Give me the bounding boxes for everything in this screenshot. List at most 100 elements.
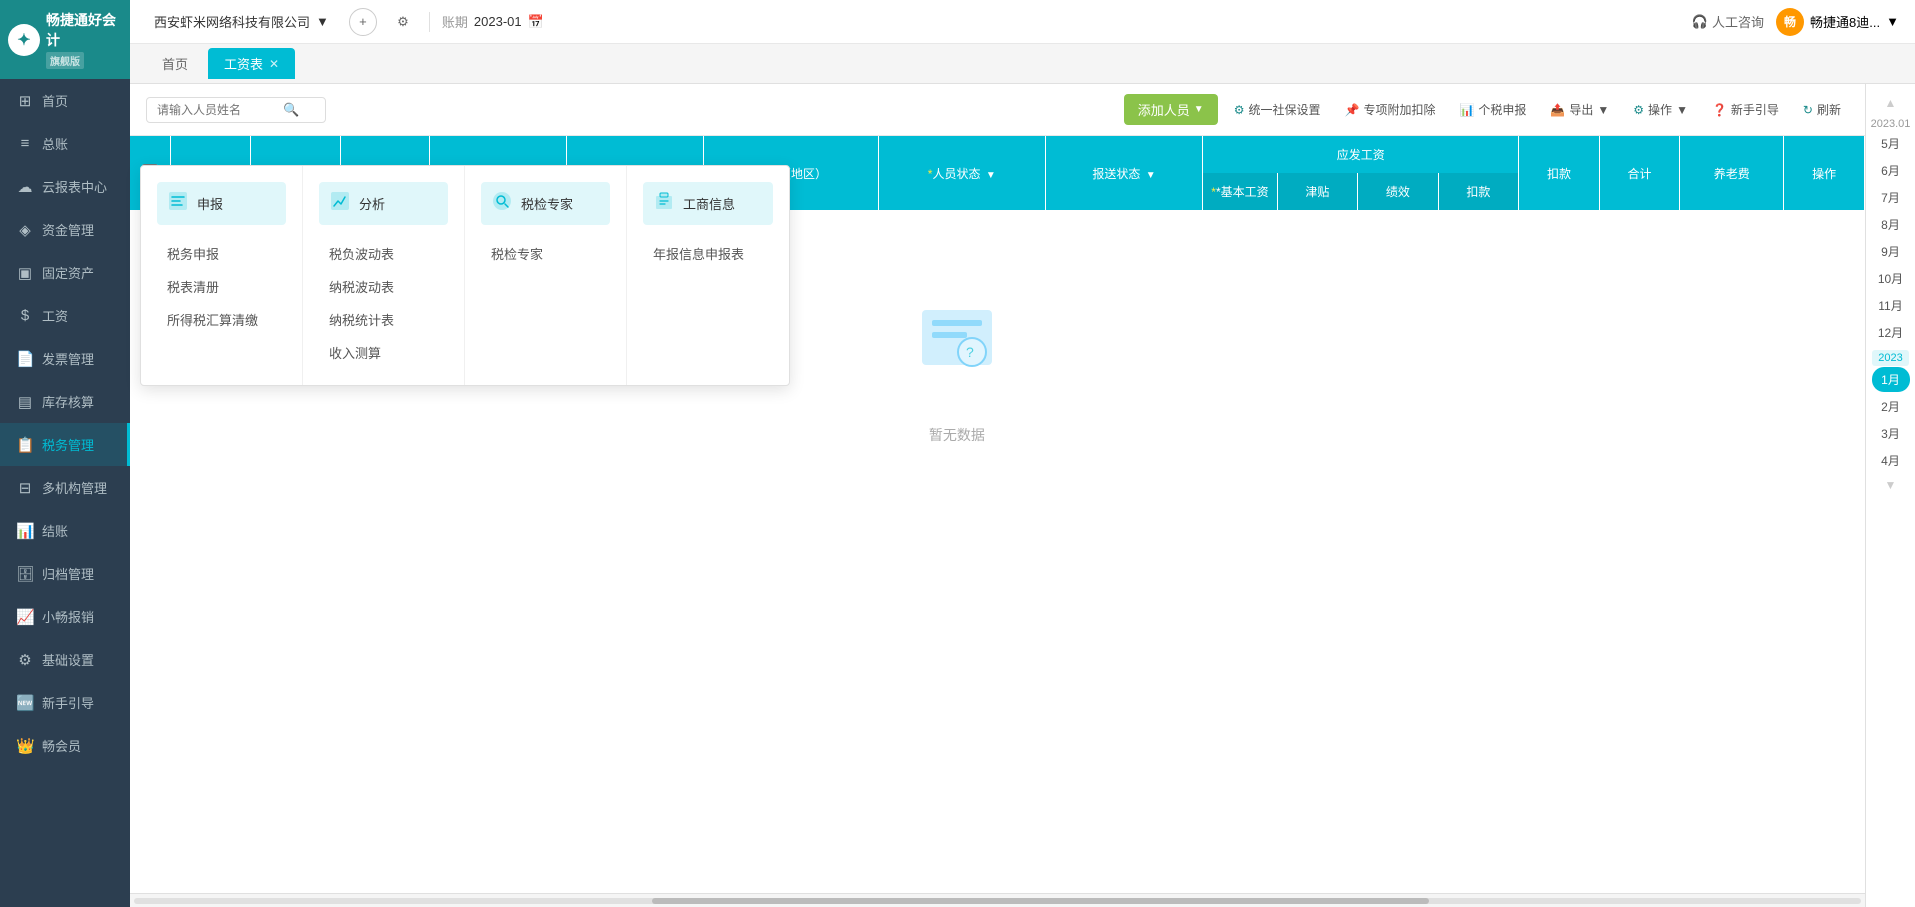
status-filter-icon[interactable]: ▼ <box>986 170 996 181</box>
horizontal-scrollbar[interactable] <box>130 893 1865 907</box>
topbar-right: 🎧 人工咨询 畅 畅捷通8迪... ▼ <box>1692 8 1899 36</box>
sidebar-item-salary[interactable]: $ 工资 <box>0 294 130 337</box>
add-company-button[interactable]: + <box>349 8 377 36</box>
refresh-button[interactable]: ↻ 刷新 <box>1795 97 1849 122</box>
month-item-6[interactable]: 6月 <box>1872 158 1910 183</box>
operation-label: 操作 <box>1648 101 1672 118</box>
user-dropdown-icon: ▼ <box>1886 14 1899 29</box>
menu-item-annual-report[interactable]: 年报信息申报表 <box>643 237 773 270</box>
action-label: 操作 <box>1812 167 1836 181</box>
sidebar-item-member[interactable]: 👑 畅会员 <box>0 724 130 767</box>
help-button[interactable]: 🎧 人工咨询 <box>1692 12 1764 31</box>
header-report-status[interactable]: 报送状态 ▼ <box>1045 136 1203 210</box>
sidebar-item-org-label: 多机构管理 <box>42 478 107 497</box>
scrollbar-thumb[interactable] <box>652 898 1429 904</box>
month-item-1[interactable]: 1月 <box>1872 367 1910 392</box>
analysis-header: 分析 <box>319 182 448 225</box>
sidebar-item-ledger[interactable]: ≡ 总账 <box>0 122 130 165</box>
sidebar-item-cloud-report[interactable]: ☁ 云报表中心 <box>0 165 130 208</box>
operation-button[interactable]: ⚙ 操作 ▼ <box>1625 97 1696 122</box>
topbar: 西安虾米网络科技有限公司 ▼ + ⚙ 账期 2023-01 📅 🎧 人工咨询 畅… <box>130 0 1915 44</box>
menu-item-income-estimate[interactable]: 收入测算 <box>319 336 448 369</box>
cloud-icon: ☁ <box>16 178 34 196</box>
company-settings-button[interactable]: ⚙ <box>389 8 417 36</box>
user-avatar: 畅 <box>1776 8 1804 36</box>
sidebar-item-fund[interactable]: ◈ 资金管理 <box>0 208 130 251</box>
guide-action-label: 新手引导 <box>1731 101 1779 118</box>
sidebar-item-invoice[interactable]: 📄 发票管理 <box>0 337 130 380</box>
operation-icon: ⚙ <box>1633 103 1644 117</box>
tabbar: 首页 工资表 ✕ <box>130 44 1915 84</box>
report-icon: 📈 <box>16 608 34 626</box>
tab-salary[interactable]: 工资表 ✕ <box>208 48 295 79</box>
special-deduction-button[interactable]: 📌 专项附加扣除 <box>1336 97 1443 122</box>
payment-fluctuation-label: 纳税波动表 <box>329 280 394 295</box>
sidebar-item-ledger-label: 总账 <box>42 134 68 153</box>
settings-icon: ⚙ <box>16 651 34 669</box>
business-info-header: 工商信息 <box>643 182 773 225</box>
add-person-button[interactable]: 添加人员 ▼ <box>1124 94 1218 125</box>
sidebar-item-xiao-report[interactable]: 📈 小畅报销 <box>0 595 130 638</box>
sidebar-item-archive-label: 归档管理 <box>42 564 94 583</box>
sidebar-item-guide[interactable]: 🆕 新手引导 <box>0 681 130 724</box>
month-item-5[interactable]: 5月 <box>1872 131 1910 156</box>
sidebar-item-settle[interactable]: 📊 结账 <box>0 509 130 552</box>
calendar-icon[interactable]: 📅 <box>528 14 544 30</box>
special-deduction-label: 专项附加扣除 <box>1363 101 1435 118</box>
sidebar-item-archive[interactable]: 🗄 归档管理 <box>0 552 130 595</box>
header-status[interactable]: *人员状态 ▼ <box>878 136 1045 210</box>
inventory-icon: ▤ <box>16 393 34 411</box>
tax-table-label: 税表清册 <box>167 280 219 295</box>
menu-section-tax-expert: 税检专家 税检专家 <box>465 166 627 385</box>
sidebar-item-fixed-assets[interactable]: ▣ 固定资产 <box>0 251 130 294</box>
sidebar-item-multi-org[interactable]: ⊟ 多机构管理 <box>0 466 130 509</box>
tax-expert-title: 税检专家 <box>521 194 573 213</box>
sidebar-item-basic[interactable]: ⚙ 基础设置 <box>0 638 130 681</box>
header-allowance: 津贴 <box>1277 173 1358 210</box>
empty-icon: ? <box>907 290 1007 409</box>
search-input-wrapper[interactable]: 🔍 <box>146 97 326 123</box>
salary-icon: $ <box>16 307 34 324</box>
menu-item-tax-settlement[interactable]: 所得税汇算清缴 <box>157 303 286 336</box>
sidebar-item-member-label: 畅会员 <box>42 736 81 755</box>
scroll-up-button[interactable]: ▲ <box>1881 92 1901 114</box>
month-item-12[interactable]: 12月 <box>1872 320 1910 345</box>
scroll-down-button[interactable]: ▼ <box>1881 474 1901 496</box>
report-status-filter-icon[interactable]: ▼ <box>1146 170 1156 181</box>
month-item-10[interactable]: 10月 <box>1872 266 1910 291</box>
month-item-9[interactable]: 9月 <box>1872 239 1910 264</box>
month-item-8[interactable]: 8月 <box>1872 212 1910 237</box>
building-icon: ▣ <box>16 264 34 282</box>
menu-item-tax-declaration[interactable]: 税务申报 <box>157 237 286 270</box>
search-input[interactable] <box>157 103 277 117</box>
header-salary-group: 应发工资 <box>1203 136 1519 173</box>
tab-home[interactable]: 首页 <box>146 48 204 79</box>
export-button[interactable]: 📤 导出 ▼ <box>1542 97 1617 122</box>
menu-item-tax-table[interactable]: 税表清册 <box>157 270 286 303</box>
tab-close-icon[interactable]: ✕ <box>269 57 279 71</box>
month-item-11[interactable]: 11月 <box>1872 293 1910 318</box>
user-menu[interactable]: 畅 畅捷通8迪... ▼ <box>1776 8 1899 36</box>
month-item-3[interactable]: 3月 <box>1872 421 1910 446</box>
header-base-salary: **基本工资 <box>1203 173 1277 210</box>
menu-item-tax-expert[interactable]: 税检专家 <box>481 237 610 270</box>
company-selector[interactable]: 西安虾米网络科技有限公司 ▼ <box>146 8 337 35</box>
guide-button[interactable]: ❓ 新手引导 <box>1704 97 1787 122</box>
sidebar-item-home[interactable]: ⊞ 首页 <box>0 79 130 122</box>
month-item-7[interactable]: 7月 <box>1872 185 1910 210</box>
tax-expert-icon <box>491 190 513 217</box>
tax-return-button[interactable]: 📊 个税申报 <box>1451 97 1534 122</box>
month-item-2[interactable]: 2月 <box>1872 394 1910 419</box>
sidebar-item-inventory[interactable]: ▤ 库存核算 <box>0 380 130 423</box>
sidebar-item-cloud-label: 云报表中心 <box>42 177 107 196</box>
menu-item-payment-stats[interactable]: 纳税统计表 <box>319 303 448 336</box>
header-deduction2: 扣款 <box>1438 173 1519 210</box>
menu-item-payment-fluctuation[interactable]: 纳税波动表 <box>319 270 448 303</box>
help-label: 人工咨询 <box>1712 12 1764 31</box>
headset-icon: 🎧 <box>1692 14 1708 30</box>
social-security-button[interactable]: ⚙ 统一社保设置 <box>1226 97 1329 122</box>
menu-item-tax-fluctuation[interactable]: 税负波动表 <box>319 237 448 270</box>
sidebar-item-tax[interactable]: 📋 税务管理 <box>0 423 130 466</box>
month-item-4[interactable]: 4月 <box>1872 448 1910 473</box>
add-person-label: 添加人员 <box>1138 100 1190 119</box>
